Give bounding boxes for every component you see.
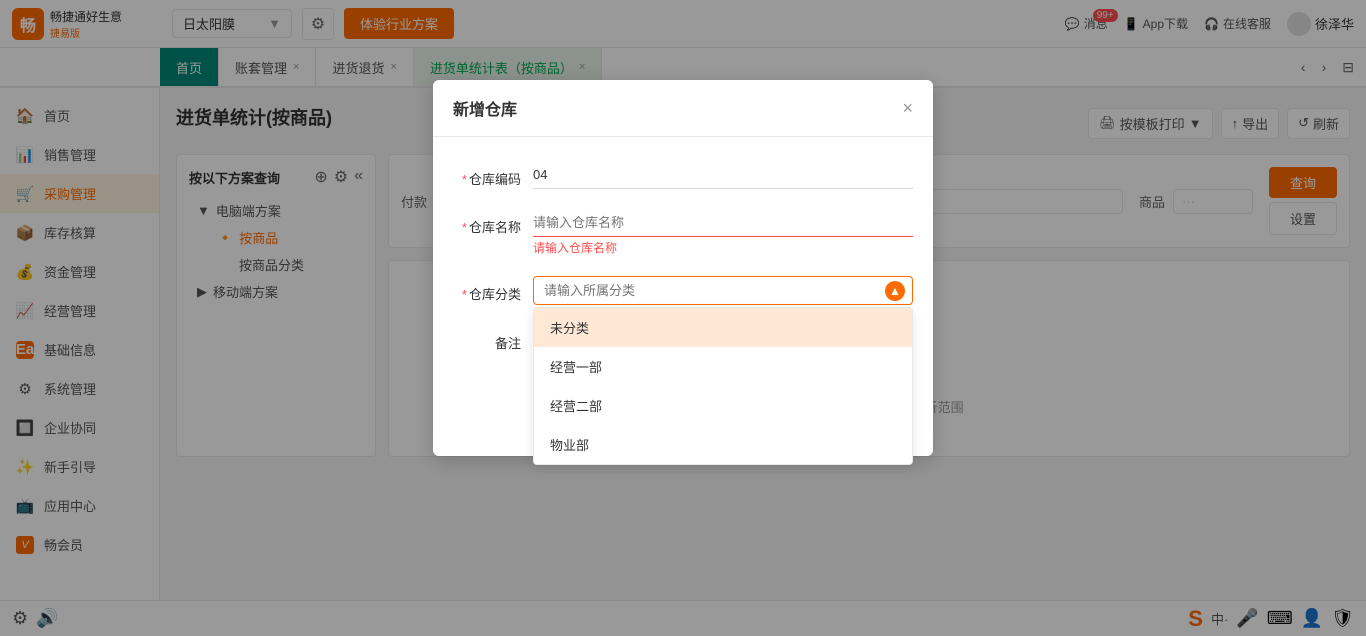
category-label: 仓库分类 — [453, 276, 533, 303]
modal-title: 新增仓库 — [453, 96, 517, 120]
dropdown-item-dept1-label: 经营一部 — [550, 360, 602, 375]
modal-body: 仓库编码 仓库名称 请输入仓库名称 仓库分类 ▲ — [433, 137, 933, 389]
name-input[interactable] — [533, 209, 913, 237]
dropdown-item-dept1[interactable]: 经营一部 — [534, 347, 912, 386]
category-select-wrapper: ▲ — [533, 276, 913, 305]
code-control — [533, 161, 913, 189]
dropdown-item-uncategorized-label: 未分类 — [550, 321, 589, 336]
dropdown-item-dept2[interactable]: 经营二部 — [534, 386, 912, 425]
form-row-name: 仓库名称 请输入仓库名称 — [453, 209, 913, 256]
category-input[interactable] — [533, 276, 913, 305]
dropdown-item-dept2-label: 经营二部 — [550, 399, 602, 414]
dropdown-item-uncategorized[interactable]: 未分类 — [534, 308, 912, 347]
dropdown-item-property[interactable]: 物业部 — [534, 425, 912, 464]
modal-header: 新增仓库 × — [433, 80, 933, 137]
code-input[interactable] — [533, 161, 913, 189]
dropdown-item-property-label: 物业部 — [550, 438, 589, 453]
form-row-category: 仓库分类 ▲ 未分类 经营一部 — [453, 276, 913, 305]
modal-close-button[interactable]: × — [902, 98, 913, 119]
name-control: 请输入仓库名称 — [533, 209, 913, 256]
category-dropdown: 未分类 经营一部 经营二部 物业部 — [533, 307, 913, 465]
category-control: ▲ 未分类 经营一部 经营二部 物业部 — [533, 276, 913, 305]
name-error: 请输入仓库名称 — [533, 239, 913, 256]
code-label: 仓库编码 — [453, 161, 533, 188]
modal-overlay[interactable]: 新增仓库 × 仓库编码 仓库名称 请输入仓库名称 仓库分类 — [0, 0, 1366, 636]
form-row-code: 仓库编码 — [453, 161, 913, 189]
modal-add-warehouse: 新增仓库 × 仓库编码 仓库名称 请输入仓库名称 仓库分类 — [433, 80, 933, 456]
name-label: 仓库名称 — [453, 209, 533, 236]
note-label: 备注 — [453, 325, 533, 352]
